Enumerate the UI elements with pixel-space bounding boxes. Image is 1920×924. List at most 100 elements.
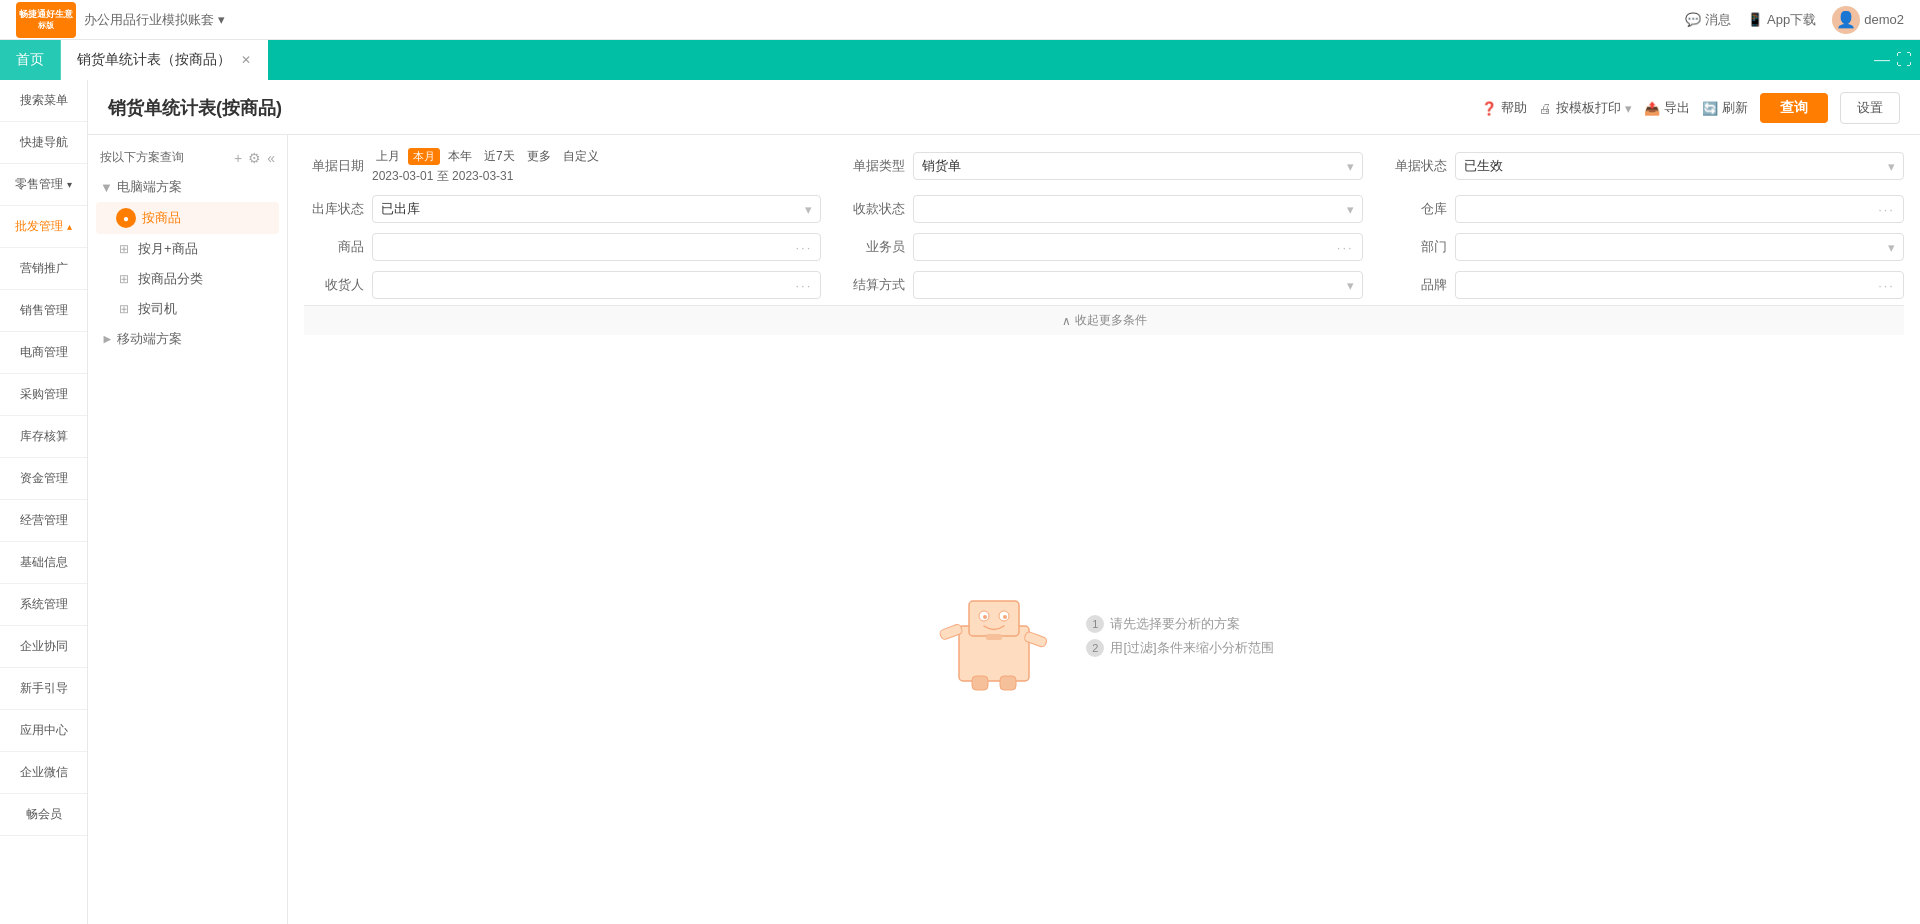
- sidebar-item-system[interactable]: 系统管理: [0, 584, 87, 626]
- date-badge-this-month[interactable]: 本月: [408, 148, 440, 165]
- collapse-bar[interactable]: ∧ 收起更多条件: [304, 305, 1904, 335]
- svg-rect-6: [986, 634, 1002, 640]
- tab-home[interactable]: 首页: [0, 40, 61, 80]
- sidebar-retail-label: 零售管理: [15, 177, 63, 191]
- nav-tabs-bar: 首页 销货单统计表（按商品） ✕ — ⛶: [0, 40, 1920, 80]
- app-download-label: App下载: [1767, 11, 1816, 29]
- app-download-btn[interactable]: 📱 App下载: [1747, 11, 1816, 29]
- pc-group-triangle: ▼: [100, 180, 113, 195]
- date-btn-7days[interactable]: 近7天: [480, 147, 519, 166]
- sidebar-item-app-center[interactable]: 应用中心: [0, 710, 87, 752]
- sidebar-item-ecommerce[interactable]: 电商管理: [0, 332, 87, 374]
- message-btn[interactable]: 💬 消息: [1685, 11, 1731, 29]
- out-label: 出库状态: [304, 200, 364, 218]
- sidebar-item-sales-mgmt[interactable]: 销售管理: [0, 290, 87, 332]
- salesperson-input[interactable]: ···: [913, 233, 1362, 261]
- sidebar-item-retail[interactable]: 零售管理 ▾: [0, 164, 87, 206]
- sidebar-item-operations[interactable]: 经营管理: [0, 500, 87, 542]
- sidebar-system-label: 系统管理: [20, 597, 68, 611]
- avatar: 👤: [1832, 6, 1860, 34]
- dept-input[interactable]: ▾: [1455, 233, 1904, 261]
- sidebar-item-finance[interactable]: 资金管理: [0, 458, 87, 500]
- sidebar-item-quick-nav[interactable]: 快捷导航: [0, 122, 87, 164]
- sidebar-marketing-label: 营销推广: [20, 261, 68, 275]
- date-btn-this-year[interactable]: 本年: [444, 147, 476, 166]
- scheme-group-pc: ▼ 电脑端方案 ● 按商品 ⊞ 按月+商品 ⊞: [88, 172, 287, 324]
- payment-input[interactable]: ▾: [913, 271, 1362, 299]
- salesperson-label: 业务员: [845, 238, 905, 256]
- mobile-group-label: 移动端方案: [117, 330, 182, 348]
- warehouse-input[interactable]: ···: [1455, 195, 1904, 223]
- print-arrow-icon: ▾: [1625, 101, 1632, 116]
- query-button[interactable]: 查询: [1760, 93, 1828, 123]
- refresh-icon: 🔄: [1702, 101, 1718, 116]
- sidebar-item-purchase[interactable]: 采购管理: [0, 374, 87, 416]
- tab-close-icon[interactable]: ✕: [241, 53, 251, 67]
- svg-point-4: [983, 615, 987, 619]
- hint-text-2: 用[过滤]条件来缩小分析范围: [1110, 639, 1273, 657]
- industry-name: 办公用品行业模拟账套: [84, 11, 214, 29]
- status-input[interactable]: 已生效 ▾: [1455, 152, 1904, 180]
- template-print-btn[interactable]: 🖨 按模板打印 ▾: [1539, 99, 1632, 117]
- message-label: 消息: [1705, 11, 1731, 29]
- export-label: 导出: [1664, 99, 1690, 117]
- hint-num-2: 2: [1086, 639, 1104, 657]
- sidebar-item-basic-info[interactable]: 基础信息: [0, 542, 87, 584]
- filter-product: 商品 ···: [304, 233, 821, 261]
- brand-input[interactable]: ···: [1455, 271, 1904, 299]
- out-input[interactable]: 已出库 ▾: [372, 195, 821, 223]
- scheme-add-icon[interactable]: +: [234, 150, 242, 166]
- help-label: 帮助: [1501, 99, 1527, 117]
- sidebar-item-enterprise-wechat[interactable]: 企业微信: [0, 752, 87, 794]
- date-btn-more[interactable]: 更多: [523, 147, 555, 166]
- help-btn[interactable]: ❓ 帮助: [1481, 99, 1527, 117]
- help-icon: ❓: [1481, 101, 1497, 116]
- scheme-dot-icon: ●: [116, 208, 136, 228]
- user-menu[interactable]: 👤 demo2: [1832, 6, 1904, 34]
- sidebar-item-search-menu[interactable]: 搜索菜单: [0, 80, 87, 122]
- scheme-item-by-month-product[interactable]: ⊞ 按月+商品: [96, 234, 279, 264]
- type-input[interactable]: 销货单 ▾: [913, 152, 1362, 180]
- scheme-item-by-cashier[interactable]: ⊞ 按司机: [96, 294, 279, 324]
- sidebar-basic-label: 基础信息: [20, 555, 68, 569]
- receiver-label: 收货人: [304, 276, 364, 294]
- scheme-group-mobile-title[interactable]: ▼ 移动端方案: [96, 324, 279, 354]
- refresh-btn[interactable]: 🔄 刷新: [1702, 99, 1748, 117]
- export-btn[interactable]: 📤 导出: [1644, 99, 1690, 117]
- filter-row-4: 收货人 ··· 结算方式 ▾: [304, 271, 1904, 299]
- brand-dots-icon: ···: [1878, 278, 1895, 293]
- scheme-collapse-icon[interactable]: «: [267, 150, 275, 166]
- hint-text-1: 请先选择要分析的方案: [1110, 615, 1240, 633]
- filter-row-1: 单据日期 上月 本月 本年 近7天 更多 自定义: [304, 147, 1904, 185]
- receiver-input[interactable]: ···: [372, 271, 821, 299]
- tab-sales-stat-label: 销货单统计表（按商品）: [77, 51, 231, 69]
- status-label: 单据状态: [1387, 157, 1447, 175]
- tab-minimize-icon[interactable]: —: [1874, 51, 1890, 69]
- type-label: 单据类型: [845, 157, 905, 175]
- recv-input[interactable]: ▾: [913, 195, 1362, 223]
- sidebar-item-inventory[interactable]: 库存核算: [0, 416, 87, 458]
- scheme-item-by-category[interactable]: ⊞ 按商品分类: [96, 264, 279, 294]
- filter-row-3: 商品 ··· 业务员 ···: [304, 233, 1904, 261]
- product-input[interactable]: ···: [372, 233, 821, 261]
- tab-maximize-icon[interactable]: ⛶: [1896, 51, 1912, 69]
- scheme-settings-icon[interactable]: ⚙: [248, 150, 261, 166]
- dept-label: 部门: [1387, 238, 1447, 256]
- scheme-group-pc-title[interactable]: ▼ 电脑端方案: [96, 172, 279, 202]
- sidebar-item-marketing[interactable]: 营销推广: [0, 248, 87, 290]
- sidebar-item-vip[interactable]: 畅会员: [0, 794, 87, 836]
- sidebar-item-wholesale[interactable]: 批发管理 ▴: [0, 206, 87, 248]
- industry-selector[interactable]: 办公用品行业模拟账套 ▾: [84, 11, 225, 29]
- date-btn-last-month[interactable]: 上月: [372, 147, 404, 166]
- scheme-item-by-product[interactable]: ● 按商品: [96, 202, 279, 234]
- sidebar-finance-label: 资金管理: [20, 471, 68, 485]
- filter-receiver: 收货人 ···: [304, 271, 821, 299]
- date-btn-custom[interactable]: 自定义: [559, 147, 603, 166]
- tab-sales-stat[interactable]: 销货单统计表（按商品） ✕: [61, 40, 268, 80]
- sidebar-item-corp-collab[interactable]: 企业协同: [0, 626, 87, 668]
- sidebar-item-beginner[interactable]: 新手引导: [0, 668, 87, 710]
- industry-arrow: ▾: [218, 12, 225, 27]
- settings-button[interactable]: 设置: [1840, 92, 1900, 124]
- scheme-by-month-label: 按月+商品: [138, 240, 198, 258]
- status-arrow-icon: ▾: [1888, 159, 1895, 174]
